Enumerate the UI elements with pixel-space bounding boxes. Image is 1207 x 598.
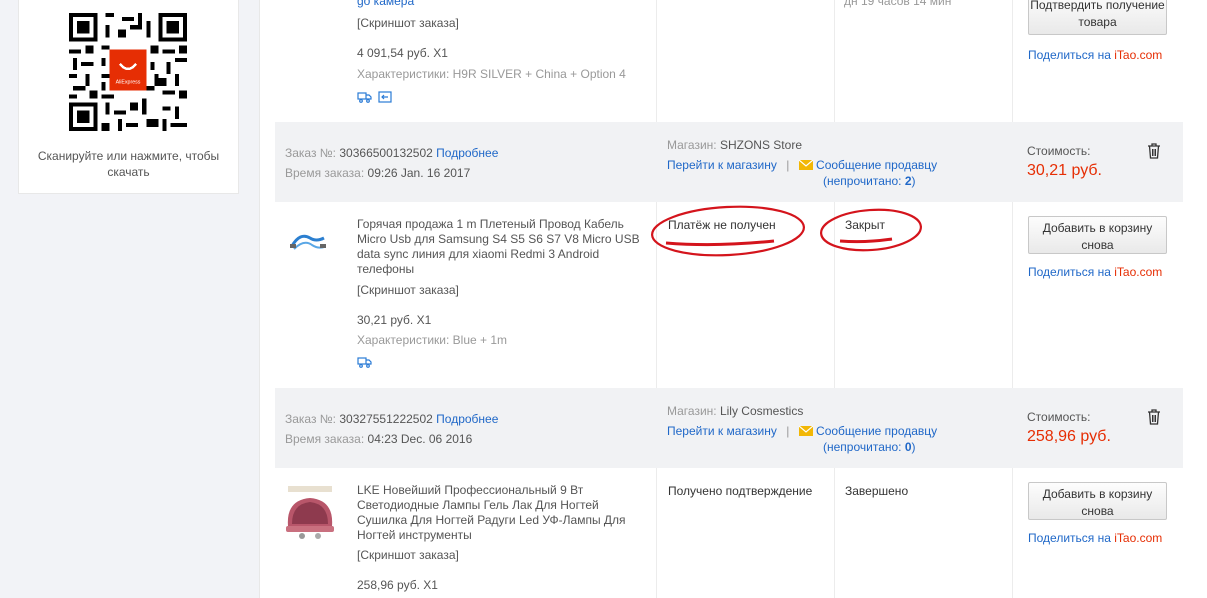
orders-panel: go камера [Скриншот заказа] 4 091,54 руб… (259, 0, 1207, 598)
confirm-receipt-button[interactable]: Подтвердить получение товара (1028, 0, 1167, 35)
store-name: Lily Cosmestics (719, 404, 804, 418)
qr-caption: Сканируйте или нажмите, чтобы скачать (37, 149, 220, 179)
item-specs: Характеристики: Blue + 1m (357, 333, 508, 347)
envelope-icon (798, 160, 813, 170)
order-status: Завершено (845, 484, 909, 498)
order-cost: 30,21 руб. (1027, 162, 1102, 179)
order-screenshot-link[interactable]: [Скриншот заказа] (357, 283, 459, 297)
truck-icon (357, 357, 372, 368)
product-image[interactable] (288, 224, 328, 264)
order-screenshot-link[interactable]: [Скриншот заказа] (357, 548, 459, 562)
cost-label: Стоимость: (1027, 144, 1091, 158)
share-itao-link[interactable]: Поделиться на iTao.com (1028, 531, 1162, 545)
add-to-cart-again-button[interactable]: Добавить в корзину снова (1028, 482, 1167, 520)
share-itao-link[interactable]: Поделиться на iTao.com (1028, 265, 1162, 279)
app-download-panel: AliExpress Сканируйте или нажмите, чтобы… (18, 0, 239, 194)
item-service-icons (357, 91, 392, 103)
item-specs: Характеристики: H9R SILVER + China + Opt… (357, 67, 626, 81)
item-title-link[interactable]: Горячая продажа 1 m Плетеный Провод Кабе… (357, 217, 647, 277)
item-price: 258,96 руб. X1 (357, 578, 438, 592)
order-details-link[interactable]: Подробнее (436, 146, 498, 160)
order-time: 04:23 Dec. 06 2016 (367, 432, 473, 446)
item-price: 4 091,54 руб. X1 (357, 46, 448, 60)
payment-status: Получено подтверждение (668, 484, 813, 498)
trash-icon[interactable] (1147, 409, 1161, 425)
goto-store-link[interactable]: Перейти к магазину (667, 424, 777, 438)
cost-label: Стоимость: (1027, 410, 1091, 424)
return-icon (378, 91, 392, 103)
share-itao-link[interactable]: Поделиться на iTao.com (1028, 48, 1162, 62)
order-time: 09:26 Jan. 16 2017 (367, 166, 471, 180)
annotation-marks (650, 205, 922, 257)
trash-icon[interactable] (1147, 143, 1161, 159)
order-number: 30327551222502 (339, 412, 433, 426)
truck-icon (357, 92, 372, 103)
order-screenshot-link[interactable]: [Скриншот заказа] (357, 16, 459, 30)
protection-timer: дн 19 часов 14 мин (844, 0, 952, 8)
envelope-icon (798, 426, 813, 436)
order-cost: 258,96 руб. (1027, 428, 1111, 445)
goto-store-link[interactable]: Перейти к магазину (667, 158, 777, 172)
unread-messages[interactable]: (непрочитано: 2) (823, 174, 916, 188)
message-seller-link[interactable]: Сообщение продавцу (816, 424, 937, 438)
product-image[interactable] (282, 484, 338, 540)
order-header: Заказ №: 30327551222502 Подробнее Время … (275, 388, 1183, 468)
item-title-link[interactable]: go камера (357, 0, 414, 8)
svg-text:AliExpress: AliExpress (116, 79, 141, 85)
store-name: SHZONS Store (719, 138, 802, 152)
item-price: 30,21 руб. X1 (357, 313, 432, 327)
order-header: Заказ №: 30366500132502 Подробнее Время … (275, 122, 1183, 202)
order-details-link[interactable]: Подробнее (436, 412, 498, 426)
qr-code[interactable]: AliExpress (69, 13, 187, 131)
unread-messages[interactable]: (непрочитано: 0) (823, 440, 916, 454)
item-title-link[interactable]: LKE Новейший Профессиональный 9 Вт Свето… (357, 483, 647, 543)
add-to-cart-again-button[interactable]: Добавить в корзину снова (1028, 216, 1167, 254)
message-seller-link[interactable]: Сообщение продавцу (816, 158, 937, 172)
order-number: 30366500132502 (339, 146, 433, 160)
